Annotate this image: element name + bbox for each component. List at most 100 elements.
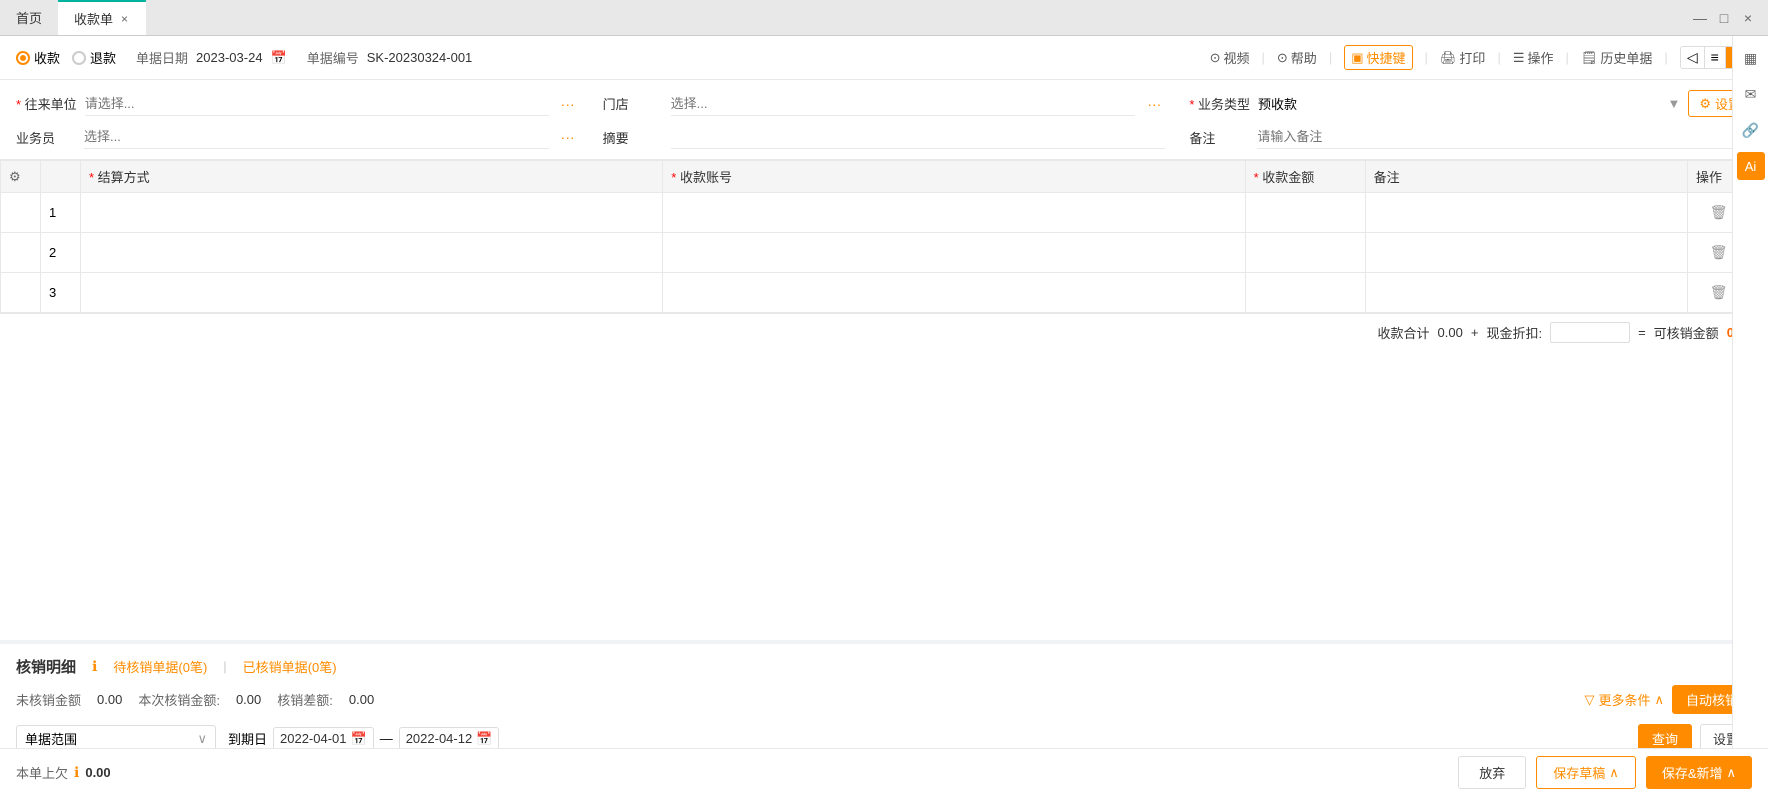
row2-settings [1,233,41,273]
sep3: | [1425,50,1428,65]
row2-account[interactable] [663,233,1245,273]
row2-settlement[interactable] [81,233,663,273]
gear-icon: ⚙ [1699,96,1711,112]
unverified-label: 未核销金额 [16,690,81,709]
remark-input[interactable] [1257,125,1752,149]
row3-delete-icon[interactable]: 🗑 [1710,284,1728,301]
to-date-input[interactable]: 2022-04-12 📅 [399,727,500,751]
abandon-button[interactable]: 放弃 [1458,756,1526,789]
operation-btn[interactable]: ☰ 操作 [1513,48,1554,67]
print-icon: 🖨 [1440,50,1457,66]
row3-remark[interactable] [1365,273,1687,313]
diff-label: 核销差额: [277,690,333,709]
limit-value: 0.00 [85,765,110,780]
counterpart-input[interactable] [85,92,549,116]
sep1: | [1262,50,1265,65]
total-value: 0.00 [1438,325,1463,340]
row3-no: 3 [41,273,81,313]
total-label: 收款合计 [1378,323,1430,342]
pending-count: 0笔 [183,660,203,675]
current-verify-value: 0.00 [236,692,261,707]
row3-settlement[interactable] [81,273,663,313]
radio-refund[interactable]: 退款 [72,48,116,67]
radio-receipt[interactable]: 收款 [16,48,60,67]
doc-no-label: 单据编号 [307,48,359,67]
verify-info-icon[interactable]: ℹ [92,658,97,675]
row1-settlement[interactable] [81,193,663,233]
shortcut-btn[interactable]: ▣ 快捷键 [1344,45,1412,70]
tab-home[interactable]: 首页 [0,0,58,35]
summary-input[interactable] [671,125,1166,149]
draft-button[interactable]: 保存草稿 ∧ [1536,756,1636,789]
window-close-button[interactable]: × [1740,10,1756,26]
sidebar-email-icon[interactable]: ✉ [1737,80,1765,108]
verifiable-label: 可核销金额 [1654,323,1719,342]
operation-icon: ☰ [1513,50,1525,66]
row1-delete-icon[interactable]: 🗑 [1710,204,1728,221]
main-table: ⚙ 结算方式 收款账号 收款金额 备注 操作 1 [0,160,1768,313]
video-icon: ⊙ [1210,50,1221,66]
store-label: 门店 [603,94,663,113]
video-btn[interactable]: ⊙ 视频 [1210,48,1250,67]
row1-remark[interactable] [1365,193,1687,233]
store-more-btn[interactable]: ··· [1143,96,1165,112]
row1-account[interactable] [663,193,1245,233]
row1-settings [1,193,41,233]
tab-receipt[interactable]: 收款单 × [58,0,146,35]
to-calendar-icon[interactable]: 📅 [476,731,492,747]
row3-amount[interactable] [1245,273,1365,313]
row2-amount[interactable] [1245,233,1365,273]
verified-tab[interactable]: 已核销单据(0笔) [243,657,337,676]
draft-dropdown-icon[interactable]: ∧ [1609,765,1619,781]
col-amount-header: 收款金额 [1245,161,1365,193]
row1-amount[interactable] [1245,193,1365,233]
radio-receipt-circle [16,51,30,65]
row3-account[interactable] [663,273,1245,313]
biz-type-label: 业务类型 [1189,94,1250,113]
sidebar-screenshot-icon[interactable]: Ai [1737,152,1765,180]
main-table-section: ⚙ 结算方式 收款账号 收款金额 备注 操作 1 [0,160,1768,640]
save-new-dropdown-icon[interactable]: ∧ [1726,765,1736,781]
history-btn[interactable]: 🗒 历史单据 [1581,48,1653,67]
row3-settings [1,273,41,313]
history-icon: 🗒 [1581,50,1598,66]
pending-tab[interactable]: 待核销单据(0笔) [113,657,207,676]
more-conditions-btn[interactable]: ▽ 更多条件 ∧ [1584,690,1664,709]
store-field: 门店 ··· [603,92,1166,116]
counterpart-more-btn[interactable]: ··· [557,96,579,112]
help-btn[interactable]: ⊙ 帮助 [1277,48,1317,67]
row2-delete-icon[interactable]: 🗑 [1710,244,1728,261]
range-dropdown-icon: ∨ [197,731,207,747]
due-date-label: 到期日 [228,729,267,748]
biz-type-dropdown[interactable]: ▼ [1667,96,1680,111]
maximize-button[interactable]: □ [1716,10,1732,26]
discount-input[interactable] [1550,322,1630,343]
sidebar-table-icon[interactable]: ▦ [1737,44,1765,72]
view-list-btn[interactable]: ≡ [1705,47,1726,68]
print-btn[interactable]: 🖨 打印 [1440,48,1486,67]
unverified-value: 0.00 [97,692,122,707]
sep5: | [1566,50,1569,65]
tab-close-icon[interactable]: × [119,10,130,28]
table-settings-icon[interactable]: ⚙ [9,169,21,184]
salesperson-input[interactable] [84,125,549,149]
counterpart-field: 往来单位 ··· [16,92,579,116]
row2-remark[interactable] [1365,233,1687,273]
sidebar-link-icon[interactable]: 🔗 [1737,116,1765,144]
right-sidebar: ▦ ✉ 🔗 Ai [1732,36,1768,748]
save-new-button[interactable]: 保存&新增 ∧ [1646,756,1752,789]
minimize-button[interactable]: — [1692,10,1708,26]
salesperson-more-btn[interactable]: ··· [557,129,579,145]
form-row-1: 往来单位 ··· 门店 ··· 业务类型 预收款 ▼ ⚙ 设置 [16,90,1752,117]
diff-value: 0.00 [349,692,374,707]
pending-tab-label: 待核销单据 [113,660,178,675]
shortcut-icon: ▣ [1351,50,1363,66]
store-input[interactable] [671,92,1136,116]
draft-label: 保存草稿 [1553,763,1605,782]
view-left-btn[interactable]: ◁ [1681,47,1705,68]
from-calendar-icon[interactable]: 📅 [351,731,367,747]
range-label: 单据范围 [25,729,77,748]
calendar-icon[interactable]: 📅 [271,50,287,66]
from-date-input[interactable]: 2022-04-01 📅 [273,727,374,751]
radio-group: 收款 退款 [16,48,116,67]
